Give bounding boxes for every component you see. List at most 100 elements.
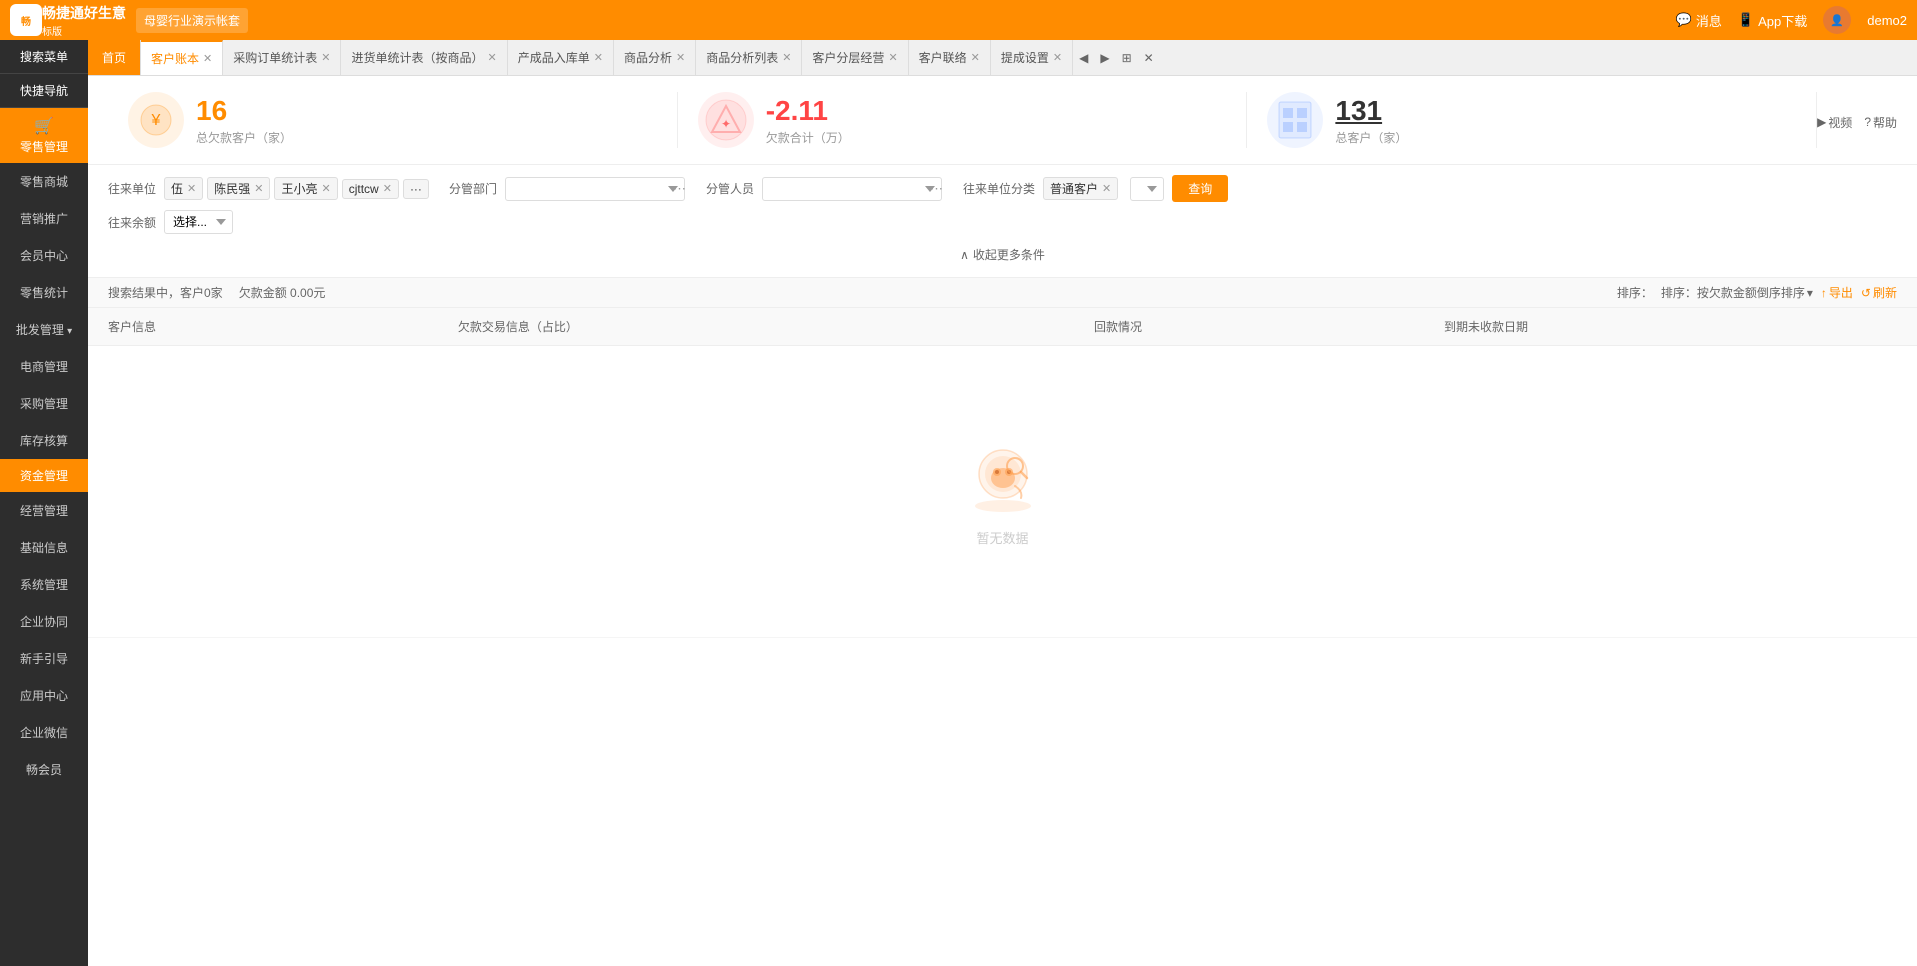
sidebar-item-purchase[interactable]: 采购管理	[0, 385, 88, 422]
filter-collapse-btn[interactable]: ∧ 收起更多条件	[108, 242, 1897, 267]
sidebar-item-inventory[interactable]: 库存核算	[0, 422, 88, 459]
sort-label: 排序：	[1617, 284, 1653, 301]
collapse-label: 收起更多条件	[973, 246, 1045, 263]
export-btn[interactable]: ↑ 导出	[1821, 284, 1853, 301]
tab-inbound-stats[interactable]: 进货单统计表（按商品） ✕	[341, 40, 507, 76]
stats-bar: ¥ 16 总欠款客户（家） ✦ -2.11	[88, 76, 1917, 165]
sidebar-item-basic[interactable]: 基础信息	[0, 529, 88, 566]
app-root: 畅 畅捷通好生意 标版 母婴行业演示帐套 💬 消息 📱 App下载 👤 demo…	[0, 0, 1917, 966]
debt-amount: 欠款金额 0.00元	[239, 284, 326, 301]
remove-tag-cjttcw[interactable]: ✕	[383, 182, 392, 195]
sidebar-item-retail-stats[interactable]: 零售统计	[0, 274, 88, 311]
unit-tag-wang: 王小亮 ✕	[274, 177, 337, 200]
sidebar-item-member-plus[interactable]: 畅会员	[0, 751, 88, 788]
sidebar-item-newbie[interactable]: 新手引导	[0, 640, 88, 677]
remove-tag-normal[interactable]: ✕	[1102, 182, 1111, 195]
tab-close-promotion-settings[interactable]: ✕	[1053, 51, 1062, 64]
data-table: 客户信息 欠款交易信息（占比） 回款情况 到期未收款日期	[88, 308, 1917, 638]
sidebar-quick-nav[interactable]: 快捷导航	[0, 74, 88, 108]
sidebar-item-app-center[interactable]: 应用中心	[0, 677, 88, 714]
table-body: 暂无数据	[88, 346, 1917, 638]
tab-home[interactable]: 首页	[88, 40, 141, 76]
table-header-row: 客户信息 欠款交易信息（占比） 回款情况 到期未收款日期	[88, 308, 1917, 346]
sidebar-item-retail-mall[interactable]: 零售商城	[0, 163, 88, 200]
unit-category-label: 往来单位分类	[963, 180, 1035, 197]
sidebar-item-marketing[interactable]: 营销推广	[0, 200, 88, 237]
unit-category-select[interactable]	[1130, 177, 1164, 201]
col-overdue-date: 到期未收款日期	[1424, 308, 1917, 346]
help-link[interactable]: ? 帮助	[1864, 114, 1897, 131]
query-button[interactable]: 查询	[1172, 175, 1228, 202]
sidebar-item-finance[interactable]: 资金管理	[0, 459, 88, 492]
account-dropdown[interactable]: 母婴行业演示帐套	[136, 8, 248, 33]
sort-text: 排序：按欠款金额倒序排序	[1661, 284, 1805, 301]
person-select[interactable]	[762, 177, 942, 201]
app-download-label: App下载	[1758, 11, 1807, 30]
video-link[interactable]: ▶ 视频	[1817, 114, 1852, 131]
tab-close-customer-tier[interactable]: ✕	[888, 51, 897, 64]
tab-close-purchase-order[interactable]: ✕	[321, 51, 330, 64]
table-head: 客户信息 欠款交易信息（占比） 回款情况 到期未收款日期	[88, 308, 1917, 346]
tab-purchase-order[interactable]: 采购订单统计表 ✕	[223, 40, 341, 76]
sidebar-item-enterprise-wechat[interactable]: 企业微信	[0, 714, 88, 751]
sidebar: 搜索菜单 快捷导航 🛒 零售管理 零售商城 营销推广 会员中心 零售统计 批发管…	[0, 40, 88, 966]
tab-product-inbound[interactable]: 产成品入库单 ✕	[508, 40, 614, 76]
tab-close-customer-account[interactable]: ✕	[203, 52, 212, 65]
tag-value-wang: 王小亮	[281, 180, 317, 197]
tab-product-analysis-list[interactable]: 商品分析列表 ✕	[696, 40, 802, 76]
remove-tag-chen[interactable]: ✕	[254, 182, 263, 195]
sidebar-item-wholesale[interactable]: 批发管理 ▾	[0, 311, 88, 348]
dept-select[interactable]	[505, 177, 685, 201]
tab-close-all-btn[interactable]: ✕	[1138, 51, 1160, 65]
col-repayment: 回款情况	[1074, 308, 1424, 346]
chevron-up-icon: ∧	[960, 248, 969, 262]
chevron-down-icon: ▾	[67, 326, 72, 337]
refresh-btn[interactable]: ↺ 刷新	[1861, 284, 1897, 301]
stat-value-debtors: 16	[196, 94, 657, 128]
app-name: 畅捷通好生意	[42, 3, 126, 23]
balance-select[interactable]: 选择...	[164, 210, 233, 234]
stat-icon-debtors: ¥	[128, 92, 184, 148]
tab-customer-tier[interactable]: 客户分层经营 ✕	[802, 40, 908, 76]
filter-area: 往来单位 伍 ✕ 陈民强 ✕ 王小亮	[88, 165, 1917, 278]
sidebar-item-operation[interactable]: 经营管理	[0, 492, 88, 529]
sidebar-item-member[interactable]: 会员中心	[0, 237, 88, 274]
tab-close-product-analysis-list[interactable]: ✕	[782, 51, 791, 64]
tab-close-product-inbound[interactable]: ✕	[594, 51, 603, 64]
tab-close-inbound-stats[interactable]: ✕	[488, 51, 497, 64]
sidebar-item-enterprise-collab[interactable]: 企业协同	[0, 603, 88, 640]
col-debt-info: 欠款交易信息（占比）	[438, 308, 1074, 346]
results-bar-left: 搜索结果中，客户0家 欠款金额 0.00元	[108, 284, 325, 301]
tab-expand-btn[interactable]: ⊞	[1116, 51, 1138, 65]
messages-btn[interactable]: 💬 消息	[1676, 11, 1722, 30]
download-icon: 📱	[1738, 12, 1754, 28]
main-content: 首页 客户账本 ✕ 采购订单统计表 ✕ 进货单统计表（按商品） ✕ 产成品入库单…	[88, 40, 1917, 966]
unit-tag-chen: 陈民强 ✕	[207, 177, 270, 200]
top-bar-right: 💬 消息 📱 App下载 👤 demo2	[1676, 6, 1907, 34]
tab-product-analysis[interactable]: 商品分析 ✕	[614, 40, 696, 76]
unit-tag-more[interactable]: ···	[403, 179, 429, 199]
tab-close-product-analysis[interactable]: ✕	[676, 51, 685, 64]
app-download-btn[interactable]: 📱 App下载	[1738, 11, 1807, 30]
tab-prev-btn[interactable]: ◀	[1073, 51, 1094, 65]
tab-customer-account[interactable]: 客户账本 ✕	[141, 40, 223, 76]
export-label: 导出	[1829, 284, 1853, 301]
tab-promotion-settings[interactable]: 提成设置 ✕	[991, 40, 1073, 76]
tab-customer-contact[interactable]: 客户联络 ✕	[909, 40, 991, 76]
unit-label: 往来单位	[108, 180, 156, 197]
top-bar: 畅 畅捷通好生意 标版 母婴行业演示帐套 💬 消息 📱 App下载 👤 demo…	[0, 0, 1917, 40]
remove-tag-wu[interactable]: ✕	[187, 182, 196, 195]
sidebar-item-system[interactable]: 系统管理	[0, 566, 88, 603]
filter-collapse-area: ∧ 收起更多条件	[108, 242, 1897, 267]
unit-tags: 伍 ✕ 陈民强 ✕ 王小亮 ✕	[164, 177, 429, 200]
remove-tag-wang[interactable]: ✕	[322, 182, 331, 195]
user-avatar[interactable]: 👤	[1823, 6, 1851, 34]
tab-next-btn[interactable]: ▶	[1094, 51, 1115, 65]
export-icon: ↑	[1821, 286, 1827, 300]
sidebar-item-ecommerce[interactable]: 电商管理	[0, 348, 88, 385]
empty-row: 暂无数据	[88, 346, 1917, 638]
tab-close-customer-contact[interactable]: ✕	[971, 51, 980, 64]
sidebar-search[interactable]: 搜索菜单	[0, 40, 88, 74]
sidebar-item-retail[interactable]: 🛒 零售管理	[0, 108, 88, 163]
sort-dropdown[interactable]: 排序：按欠款金额倒序排序 ▾	[1661, 284, 1813, 301]
